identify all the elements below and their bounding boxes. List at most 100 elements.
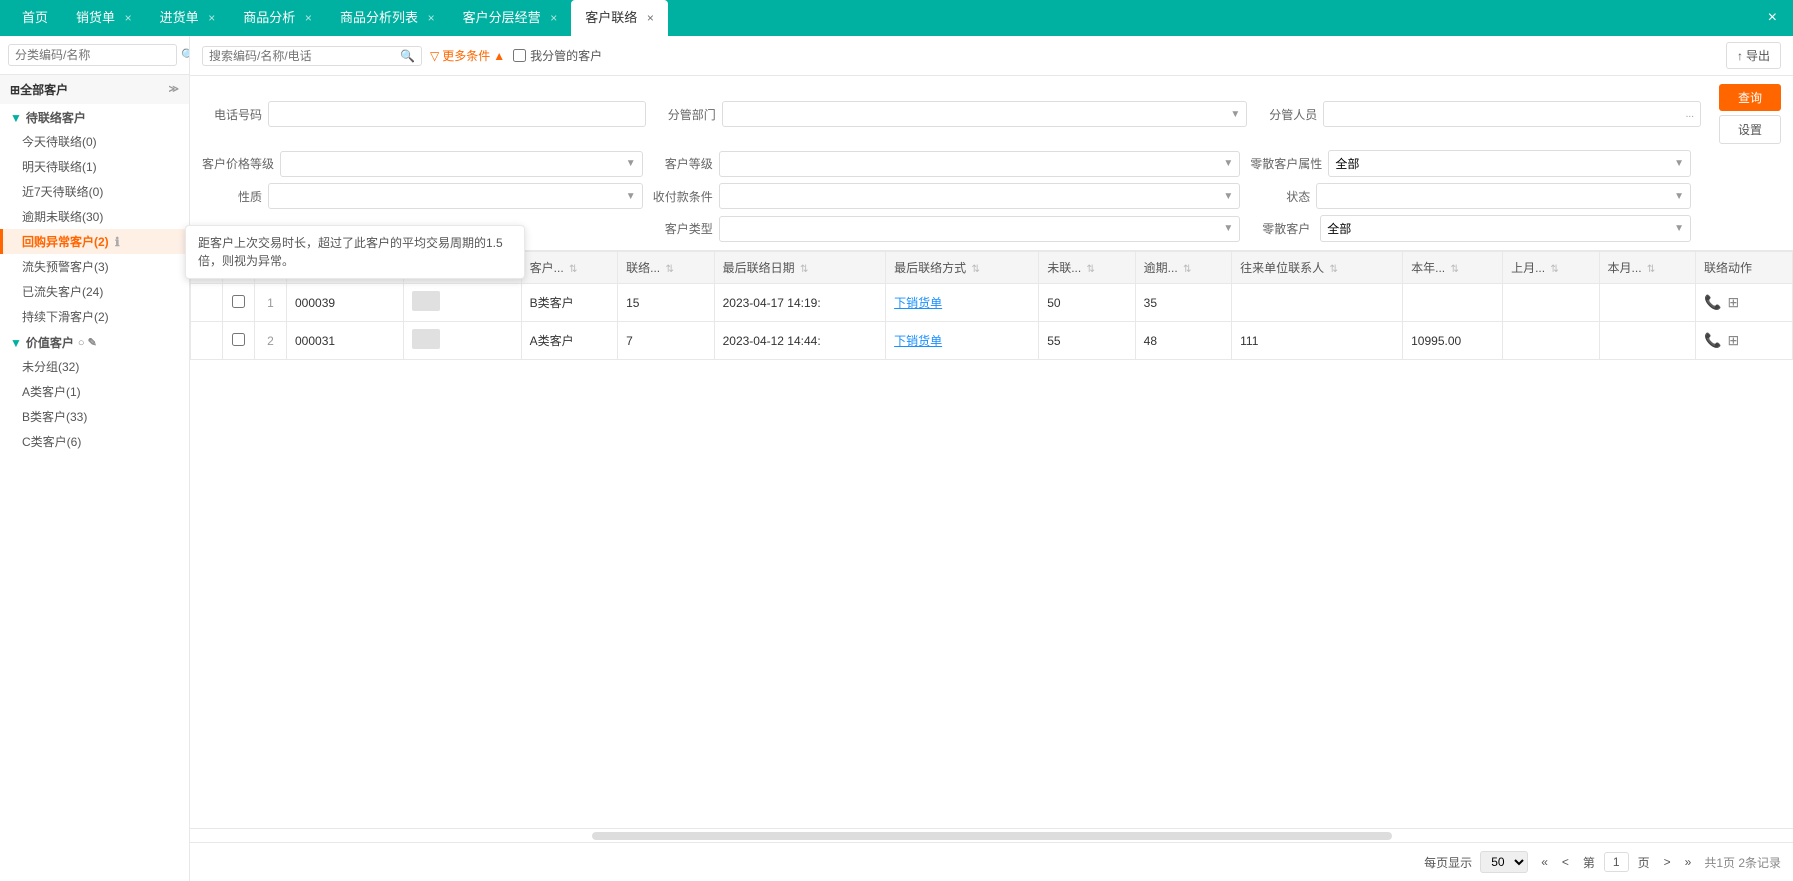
- sidebar-search-input[interactable]: [8, 44, 177, 66]
- row1-check[interactable]: [232, 295, 245, 308]
- row2-more-icon[interactable]: ⊞: [1727, 332, 1739, 349]
- per-page-label: 每页显示: [1424, 854, 1472, 871]
- my-customers-checkbox[interactable]: [513, 49, 526, 62]
- col-last-contact-method[interactable]: 最后联络方式 ⇅: [886, 252, 1039, 284]
- setting-button[interactable]: 设置: [1719, 115, 1781, 144]
- row1-checkbox[interactable]: [223, 284, 255, 322]
- not-contact-sort-icon: ⇅: [1087, 264, 1095, 275]
- collapse-icon[interactable]: ≫: [169, 84, 179, 95]
- nav-product-analysis-list-close[interactable]: ×: [428, 11, 435, 25]
- filter-payment: 收付款条件 ▼: [653, 183, 1241, 209]
- nav-customer-tier[interactable]: 客户分层经营 ×: [449, 0, 572, 36]
- per-page-select[interactable]: 50: [1480, 851, 1528, 873]
- sidebar-item-a-class[interactable]: A类客户(1): [0, 379, 189, 404]
- manager-select[interactable]: ...: [1323, 101, 1701, 127]
- filter-icon: ▽: [430, 49, 439, 63]
- prev-page-button[interactable]: <: [1557, 853, 1574, 871]
- col-category[interactable]: 客户... ⇅: [521, 252, 617, 284]
- main-search-input[interactable]: [209, 49, 396, 63]
- last-page-button[interactable]: »: [1680, 853, 1697, 871]
- row2-last-method[interactable]: 下销货单: [886, 322, 1039, 360]
- main-search-icon[interactable]: 🔍: [400, 49, 415, 63]
- nav-customer-contact-close[interactable]: ×: [647, 11, 654, 25]
- sidebar-item-b-class[interactable]: B类客户(33): [0, 404, 189, 429]
- row2-phone-icon[interactable]: 📞: [1704, 332, 1721, 349]
- sidebar-item-lost[interactable]: 已流失客户(24): [0, 279, 189, 304]
- nav-customer-contact[interactable]: 客户联络 ×: [571, 0, 668, 36]
- sidebar-item-overdue[interactable]: 逾期未联络(30): [0, 204, 189, 229]
- this-month-sort-icon: ⇅: [1647, 264, 1655, 275]
- sidebar-item-repurchase[interactable]: 回购异常客户(2) ℹ: [0, 229, 189, 254]
- first-page-button[interactable]: «: [1536, 853, 1553, 871]
- scrollbar-track[interactable]: [592, 832, 1392, 840]
- col-unit-contact[interactable]: 往来单位联系人 ⇅: [1232, 252, 1403, 284]
- row2-setting: [191, 322, 223, 360]
- col-this-month[interactable]: 本月... ⇅: [1599, 252, 1695, 284]
- col-contact[interactable]: 联络... ⇅: [618, 252, 714, 284]
- sidebar-item-declining[interactable]: 持续下滑客户(2): [0, 304, 189, 329]
- sidebar-all-customers[interactable]: ⊞ 全部客户 ≫: [0, 75, 189, 104]
- last-method-sort-icon: ⇅: [971, 264, 979, 275]
- nav-purchase-close[interactable]: ×: [208, 11, 215, 25]
- sidebar-item-loss-warning[interactable]: 流失预警客户(3): [0, 254, 189, 279]
- col-action: 联络动作: [1696, 252, 1793, 284]
- row1-method-link[interactable]: 下销货单: [894, 296, 942, 310]
- nav-product-analysis-list[interactable]: 商品分析列表 ×: [326, 0, 449, 36]
- row2-checkbox[interactable]: [223, 322, 255, 360]
- retail-attr-select[interactable]: 全部 ▼: [1328, 150, 1691, 177]
- sidebar-item-today[interactable]: 今天待联络(0): [0, 129, 189, 154]
- col-not-contact[interactable]: 未联... ⇅: [1039, 252, 1135, 284]
- nav-home[interactable]: 首页: [8, 0, 62, 36]
- pagination-right: 每页显示 50 « < 第 1 页 > » 共1页 2条记录: [1424, 851, 1781, 873]
- nav-sales[interactable]: 销货单 ×: [62, 0, 146, 36]
- more-conditions-button[interactable]: ▽ 更多条件 ▲: [430, 47, 505, 64]
- payment-select[interactable]: ▼: [719, 183, 1241, 209]
- horizontal-scrollbar[interactable]: [190, 828, 1793, 842]
- window-close-button[interactable]: ×: [1760, 9, 1785, 27]
- customer-level-select[interactable]: ▼: [719, 151, 1241, 177]
- my-customers-toggle[interactable]: 我分管的客户: [513, 47, 602, 64]
- nav-sales-close[interactable]: ×: [125, 11, 132, 25]
- category-sort-icon: ⇅: [569, 264, 577, 275]
- filter-retail-customer: 零散客户 全部 ▼: [1250, 215, 1691, 242]
- col-last-month[interactable]: 上月... ⇅: [1503, 252, 1599, 284]
- query-button[interactable]: 查询: [1719, 84, 1781, 111]
- status-select[interactable]: ▼: [1316, 183, 1691, 209]
- nav-purchase[interactable]: 进货单 ×: [146, 0, 230, 36]
- sidebar-item-ungrouped[interactable]: 未分组(32): [0, 354, 189, 379]
- sidebar-item-c-class[interactable]: C类客户(6): [0, 429, 189, 454]
- manager-label: 分管人员: [1257, 106, 1317, 123]
- retail-customer-select[interactable]: 全部 ▼: [1320, 215, 1691, 242]
- price-level-select[interactable]: ▼: [280, 151, 643, 177]
- row2-check[interactable]: [232, 333, 245, 346]
- col-last-contact-date[interactable]: 最后联络日期 ⇅: [714, 252, 886, 284]
- phone-input[interactable]: [268, 101, 646, 127]
- dept-select[interactable]: ▼: [722, 101, 1248, 127]
- customer-level-arrow: ▼: [1223, 158, 1233, 169]
- filter-price-level: 客户价格等级 ▼: [202, 151, 643, 177]
- nav-product-analysis[interactable]: 商品分析 ×: [229, 0, 326, 36]
- row1-last-method[interactable]: 下销货单: [886, 284, 1039, 322]
- gender-select[interactable]: ▼: [268, 183, 643, 209]
- next-page-button[interactable]: >: [1659, 853, 1676, 871]
- export-button[interactable]: ↑ 导出: [1726, 42, 1781, 69]
- sidebar-search-icon[interactable]: 🔍: [181, 48, 190, 62]
- pagination-bar: 每页显示 50 « < 第 1 页 > » 共1页 2条记录: [190, 842, 1793, 881]
- col-this-year[interactable]: 本年... ⇅: [1403, 252, 1503, 284]
- sidebar-item-7days[interactable]: 近7天待联络(0): [0, 179, 189, 204]
- last-date-sort-icon: ⇅: [800, 264, 808, 275]
- current-page-input[interactable]: 1: [1604, 852, 1629, 872]
- sidebar-item-tomorrow[interactable]: 明天待联络(1): [0, 154, 189, 179]
- pending-group[interactable]: ▼ 待联络客户: [0, 104, 189, 129]
- row1-overdue: 35: [1135, 284, 1231, 322]
- col-overdue[interactable]: 逾期... ⇅: [1135, 252, 1231, 284]
- row1-more-icon[interactable]: ⊞: [1727, 294, 1739, 311]
- edit-icon[interactable]: ○ ✎: [78, 336, 97, 349]
- row1-phone-icon[interactable]: 📞: [1704, 294, 1721, 311]
- customer-type-select[interactable]: ▼: [719, 216, 1241, 242]
- row1-avatar: [412, 291, 440, 311]
- nav-product-analysis-close[interactable]: ×: [305, 11, 312, 25]
- table-area: ⚙ 客户编码 ⇅ 客户名称 ⇅ 客户... ⇅ 联络... ⇅ 最后联络日期 ⇅…: [190, 251, 1793, 828]
- nav-customer-tier-close[interactable]: ×: [550, 11, 557, 25]
- row2-method-link[interactable]: 下销货单: [894, 334, 942, 348]
